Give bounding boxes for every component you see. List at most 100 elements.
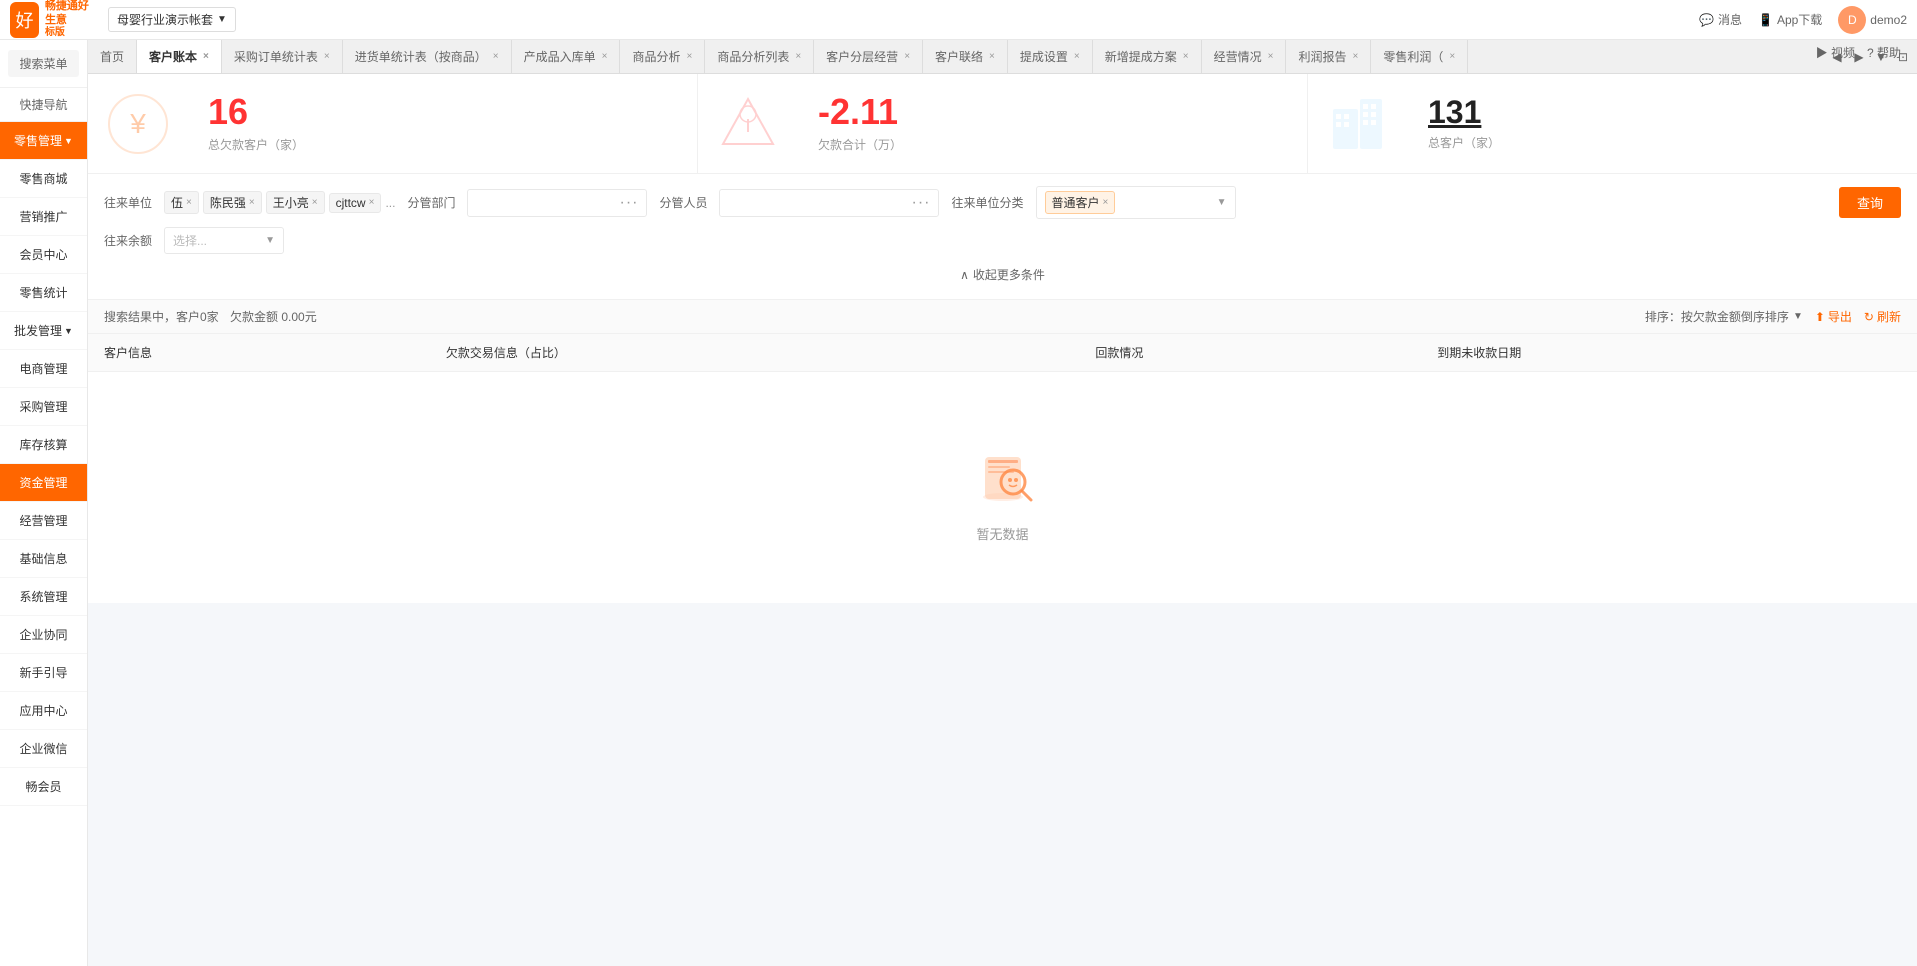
sidebar-item-retail-stats[interactable]: 零售统计	[0, 274, 87, 312]
refresh-button[interactable]: ↻ 刷新	[1864, 308, 1901, 325]
tab-close-segment[interactable]: ×	[904, 51, 910, 62]
tab-product-analysis[interactable]: 商品分析 ×	[620, 40, 705, 74]
filter-row-1: 往来单位 伍 × 陈民强 × 王小亮 ×	[104, 186, 1901, 219]
search-menu-button[interactable]: 搜索菜单	[8, 50, 79, 77]
logo-text: 畅捷通好生意 标版	[45, 0, 98, 38]
tab-customer-contact[interactable]: 客户联络 ×	[923, 40, 1008, 74]
filter-tag-wang-close[interactable]: ×	[312, 197, 318, 208]
tab-close-purchase[interactable]: ×	[324, 51, 330, 62]
tab-operations-status[interactable]: 经营情况 ×	[1202, 40, 1287, 74]
sidebar-label: 零售管理	[14, 132, 62, 149]
quick-nav-button[interactable]: 快捷导航	[0, 88, 87, 122]
tab-close-inbound[interactable]: ×	[493, 51, 499, 62]
tab-close-reminder[interactable]: ×	[1074, 51, 1080, 62]
stat-card-credit-amount: -2.11 欠款合计（万）	[698, 74, 1308, 173]
tab-close-product-analysis[interactable]: ×	[686, 51, 692, 62]
sidebar-item-app-center[interactable]: 应用中心	[0, 692, 87, 730]
filter-tag-cjttcw-close[interactable]: ×	[369, 197, 375, 208]
balance-label: 往来余额	[104, 232, 152, 249]
table-container: 客户信息 欠款交易信息（占比） 回款情况 到期未收款日期	[88, 334, 1917, 603]
tab-add-achievement[interactable]: 新增提成方案 ×	[1093, 40, 1202, 74]
sidebar-item-operations[interactable]: 经营管理	[0, 502, 87, 540]
sidebar-item-newbie[interactable]: 新手引导	[0, 654, 87, 692]
tab-close-achievement[interactable]: ×	[1183, 51, 1189, 62]
empty-icon	[963, 432, 1043, 512]
data-table: 客户信息 欠款交易信息（占比） 回款情况 到期未收款日期	[88, 334, 1917, 372]
tab-retail-profit[interactable]: 零售利润（ ×	[1371, 40, 1468, 74]
page-content: ▶ 视频 ? 帮助 ¥ 16 总欠款客户（家）	[88, 74, 1917, 966]
tab-customer-accounts[interactable]: 客户账本 ×	[137, 40, 222, 74]
content-area: 首页 客户账本 × 采购订单统计表 × 进货单统计表（按商品） × 产成品入库单…	[88, 40, 1917, 966]
sidebar-item-marketing[interactable]: 营销推广	[0, 198, 87, 236]
tab-close-contact[interactable]: ×	[989, 51, 995, 62]
credit-amount-value: -2.11	[818, 94, 902, 130]
avatar: D	[1838, 6, 1866, 34]
dept-select[interactable]: ···	[467, 189, 647, 217]
demo-selector[interactable]: 母婴行业演示帐套 ▼	[108, 7, 236, 32]
message-btn[interactable]: 💬 消息	[1699, 11, 1742, 28]
tab-close-production[interactable]: ×	[602, 51, 608, 62]
tab-close-product-list[interactable]: ×	[795, 51, 801, 62]
person-label: 分管人员	[659, 194, 707, 211]
classify-tags: 普通客户 ×	[1045, 191, 1116, 214]
balance-select[interactable]: 选择... ▼	[164, 227, 284, 254]
credit-amount-label: 欠款合计（万）	[818, 136, 902, 153]
classify-tag-close[interactable]: ×	[1103, 197, 1109, 208]
tab-profit-report[interactable]: 利润报告 ×	[1286, 40, 1371, 74]
collapse-icon: ∧	[960, 268, 969, 282]
dept-dots: ···	[619, 194, 638, 212]
export-button[interactable]: ⬆ 导出	[1815, 308, 1852, 325]
tab-inbound-stats[interactable]: 进货单统计表（按商品） ×	[343, 40, 512, 74]
top-bar: 好 畅捷通好生意 标版 母婴行业演示帐套 ▼ 💬 消息 📱 App下载 D de…	[0, 0, 1917, 40]
sidebar-item-finance[interactable]: 资金管理	[0, 464, 87, 502]
sidebar-item-enterprise-wechat[interactable]: 企业微信	[0, 730, 87, 768]
filter-more-btn[interactable]: ...	[385, 196, 395, 210]
sidebar-item-wholesale-mgmt[interactable]: 批发管理 ▼	[0, 312, 87, 350]
logo-icon: 好	[10, 2, 39, 38]
person-select[interactable]: ···	[719, 189, 939, 217]
filter-tag-wu: 伍 ×	[164, 191, 199, 214]
tab-close-operations[interactable]: ×	[1268, 51, 1274, 62]
sidebar-item-basic-info[interactable]: 基础信息	[0, 540, 87, 578]
tab-customer-segment[interactable]: 客户分层经营 ×	[814, 40, 923, 74]
query-button[interactable]: 查询	[1839, 187, 1901, 218]
tab-production[interactable]: 产成品入库单 ×	[512, 40, 621, 74]
sidebar-item-retail-mall[interactable]: 零售商城	[0, 160, 87, 198]
app-download-btn[interactable]: 📱 App下载	[1758, 11, 1822, 28]
sidebar-item-ecommerce[interactable]: 电商管理	[0, 350, 87, 388]
chevron-icon: ▼	[64, 136, 73, 146]
sidebar-item-purchase[interactable]: 采购管理	[0, 388, 87, 426]
chevron-icon: ▼	[64, 326, 73, 336]
filter-tag-wang: 王小亮 ×	[266, 191, 325, 214]
sidebar-item-inventory[interactable]: 库存核算	[0, 426, 87, 464]
sidebar-search-area: 搜索菜单	[0, 40, 87, 88]
message-icon: 💬	[1699, 13, 1714, 27]
collapse-button[interactable]: ∧ 收起更多条件	[960, 262, 1045, 287]
tab-home[interactable]: 首页	[88, 40, 137, 74]
classify-label: 往来单位分类	[951, 194, 1023, 211]
sidebar-item-vip[interactable]: 畅会员	[0, 768, 87, 806]
tab-close-profit[interactable]: ×	[1352, 51, 1358, 62]
classify-select[interactable]: 普通客户 × ▼	[1036, 186, 1236, 219]
filter-tag-chen-close[interactable]: ×	[249, 197, 255, 208]
tab-product-analysis-list[interactable]: 商品分析列表 ×	[705, 40, 814, 74]
sort-chevron-icon: ▼	[1793, 311, 1803, 322]
filter-area: 往来单位 伍 × 陈民强 × 王小亮 ×	[88, 174, 1917, 300]
sidebar-item-system[interactable]: 系统管理	[0, 578, 87, 616]
sidebar-item-member-center[interactable]: 会员中心	[0, 236, 87, 274]
result-actions: 排序：按欠款金额倒序排序 ▼ ⬆ 导出 ↻ 刷新	[1645, 308, 1901, 325]
dept-label: 分管部门	[407, 194, 455, 211]
user-menu[interactable]: D demo2	[1838, 6, 1907, 34]
filter-tag-wu-close[interactable]: ×	[186, 197, 192, 208]
stat-card-credit-customers: ¥ 16 总欠款客户（家）	[88, 74, 698, 173]
tab-purchase-order-stats[interactable]: 采购订单统计表 ×	[222, 40, 343, 74]
balance-chevron: ▼	[265, 235, 275, 246]
sidebar-item-retail-mgmt[interactable]: 零售管理 ▼	[0, 122, 87, 160]
col-credit-info: 欠款交易信息（占比）	[430, 334, 1080, 372]
sidebar-item-enterprise[interactable]: 企业协同	[0, 616, 87, 654]
sort-selector[interactable]: 排序：按欠款金额倒序排序 ▼	[1645, 308, 1803, 325]
tab-close-retail[interactable]: ×	[1449, 51, 1455, 62]
credit-customers-value: 16	[208, 94, 304, 130]
tab-reminder[interactable]: 提成设置 ×	[1008, 40, 1093, 74]
tab-close-customer-accounts[interactable]: ×	[203, 51, 209, 62]
